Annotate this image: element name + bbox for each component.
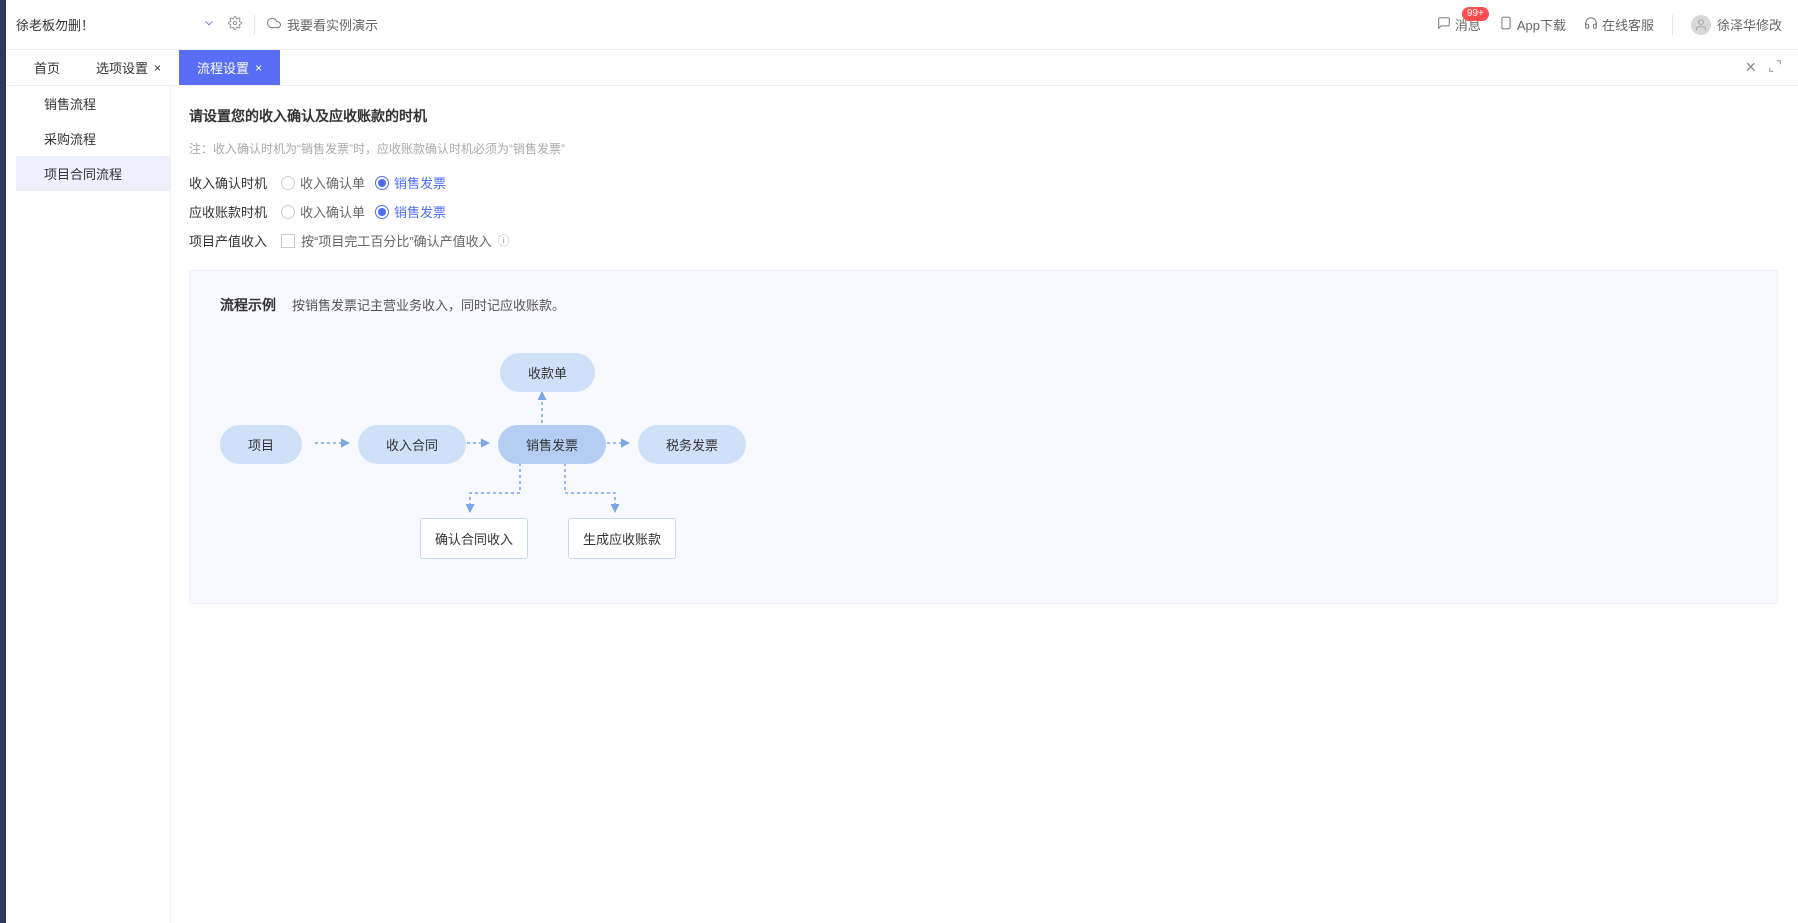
flow-node-receipt: 收款单 <box>500 353 595 392</box>
radio-label: 销售发票 <box>394 202 446 221</box>
radio-income-confirm-doc[interactable]: 收入确认单 <box>281 173 365 192</box>
node-label: 销售发票 <box>526 435 578 454</box>
headset-icon <box>1584 16 1598 33</box>
gear-icon[interactable] <box>228 16 242 33</box>
checkbox-completion-percentage[interactable]: 按“项目完工百分比”确认产值收入 ⓘ <box>281 231 510 250</box>
close-icon[interactable]: × <box>154 61 161 75</box>
app-download-label: App下载 <box>1517 15 1566 34</box>
main-area: 销售流程 采购流程 项目合同流程 请设置您的收入确认及应收账款的时机 注：收入确… <box>16 86 1798 923</box>
subnav-label: 项目合同流程 <box>44 167 122 182</box>
checkbox-icon <box>281 234 295 248</box>
close-all-icon[interactable]: × <box>1745 57 1756 78</box>
flow-node-sales-invoice: 销售发票 <box>498 425 606 464</box>
content: 请设置您的收入确认及应收账款的时机 注：收入确认时机为“销售发票”时，应收账款确… <box>171 86 1798 923</box>
flow-node-tax-invoice: 税务发票 <box>638 425 746 464</box>
form-label: 项目产值收入 <box>189 231 271 250</box>
avatar <box>1691 15 1711 35</box>
row-project-output-income: 项目产值收入 按“项目完工百分比”确认产值收入 ⓘ <box>189 231 1778 250</box>
flow-node-generate-receivable: 生成应收账款 <box>568 518 676 559</box>
message-icon <box>1437 16 1451 33</box>
tab-label: 选项设置 <box>96 58 148 77</box>
radio-receivable-confirm-doc[interactable]: 收入确认单 <box>281 202 365 221</box>
radio-icon <box>281 176 295 190</box>
tab-label: 流程设置 <box>197 58 249 77</box>
row-income-confirm-timing: 收入确认时机 收入确认单 销售发票 <box>189 173 1778 192</box>
note-text: 注：收入确认时机为“销售发票”时，应收账款确认时机必须为“销售发票” <box>189 140 1778 157</box>
expand-icon[interactable] <box>1768 59 1782 76</box>
left-app-strip <box>0 0 6 923</box>
node-label: 税务发票 <box>666 435 718 454</box>
close-icon[interactable]: × <box>255 61 262 75</box>
flow-node-project: 项目 <box>220 425 302 464</box>
subnav-label: 采购流程 <box>44 132 96 147</box>
org-name: 徐老板勿删！ <box>16 15 94 34</box>
tabs-bar: 首页 选项设置 × 流程设置 × × <box>0 50 1798 86</box>
app-download-button[interactable]: App下载 <box>1499 15 1566 34</box>
divider <box>1672 15 1673 35</box>
user-name: 徐泽华修改 <box>1717 15 1782 34</box>
checkbox-label-text: 按“项目完工百分比”确认产值收入 <box>301 231 492 250</box>
flow-example-panel: 流程示例 按销售发票记主营业务收入，同时记应收账款。 <box>189 270 1778 604</box>
radio-receivable-sales-invoice[interactable]: 销售发票 <box>375 202 446 221</box>
radio-label: 收入确认单 <box>300 173 365 192</box>
demo-link[interactable]: 我要看实例演示 <box>267 15 378 34</box>
help-icon[interactable]: ⓘ <box>498 232 510 249</box>
node-label: 生成应收账款 <box>583 529 661 548</box>
flow-node-confirm-contract-income: 确认合同收入 <box>420 518 528 559</box>
subnav-project-contract-process[interactable]: 项目合同流程 <box>16 156 170 191</box>
top-bar: 徐老板勿删！ 我要看实例演示 消息 99+ App下 <box>0 0 1798 50</box>
radio-icon <box>281 205 295 219</box>
subnav-purchase-process[interactable]: 采购流程 <box>16 121 170 156</box>
node-label: 确认合同收入 <box>435 529 513 548</box>
chevron-down-icon <box>202 16 216 33</box>
subnav-label: 销售流程 <box>44 97 96 112</box>
divider <box>254 15 255 35</box>
sub-nav: 销售流程 采购流程 项目合同流程 <box>16 86 171 923</box>
radio-income-sales-invoice[interactable]: 销售发票 <box>375 173 446 192</box>
support-button[interactable]: 在线客服 <box>1584 15 1654 34</box>
tab-process-settings[interactable]: 流程设置 × <box>179 50 280 85</box>
node-label: 收款单 <box>528 363 567 382</box>
flow-node-income-contract: 收入合同 <box>358 425 466 464</box>
row-receivable-timing: 应收账款时机 收入确认单 销售发票 <box>189 202 1778 221</box>
form-label: 应收账款时机 <box>189 202 271 221</box>
flow-canvas: 收款单 项目 收入合同 销售发票 税务发票 确认合同收入 生成应 <box>220 343 1747 563</box>
form-label: 收入确认时机 <box>189 173 271 192</box>
tab-home[interactable]: 首页 <box>16 50 78 85</box>
radio-icon <box>375 205 389 219</box>
tab-label: 首页 <box>34 58 60 77</box>
node-label: 收入合同 <box>386 435 438 454</box>
node-label: 项目 <box>248 435 274 454</box>
org-selector[interactable]: 徐老板勿删！ <box>16 15 216 34</box>
radio-icon <box>375 176 389 190</box>
cloud-icon <box>267 16 281 33</box>
tab-option-settings[interactable]: 选项设置 × <box>78 50 179 85</box>
demo-link-label: 我要看实例演示 <box>287 15 378 34</box>
user-menu[interactable]: 徐泽华修改 <box>1691 15 1782 35</box>
messages-button[interactable]: 消息 99+ <box>1437 15 1481 34</box>
support-label: 在线客服 <box>1602 15 1654 34</box>
radio-label: 销售发票 <box>394 173 446 192</box>
flow-title: 流程示例 <box>220 295 276 315</box>
radio-label: 收入确认单 <box>300 202 365 221</box>
subnav-sales-process[interactable]: 销售流程 <box>16 86 170 121</box>
messages-badge: 99+ <box>1462 7 1489 21</box>
phone-icon <box>1499 16 1513 33</box>
flow-description: 按销售发票记主营业务收入，同时记应收账款。 <box>292 295 565 314</box>
page-title: 请设置您的收入确认及应收账款的时机 <box>189 106 1778 126</box>
